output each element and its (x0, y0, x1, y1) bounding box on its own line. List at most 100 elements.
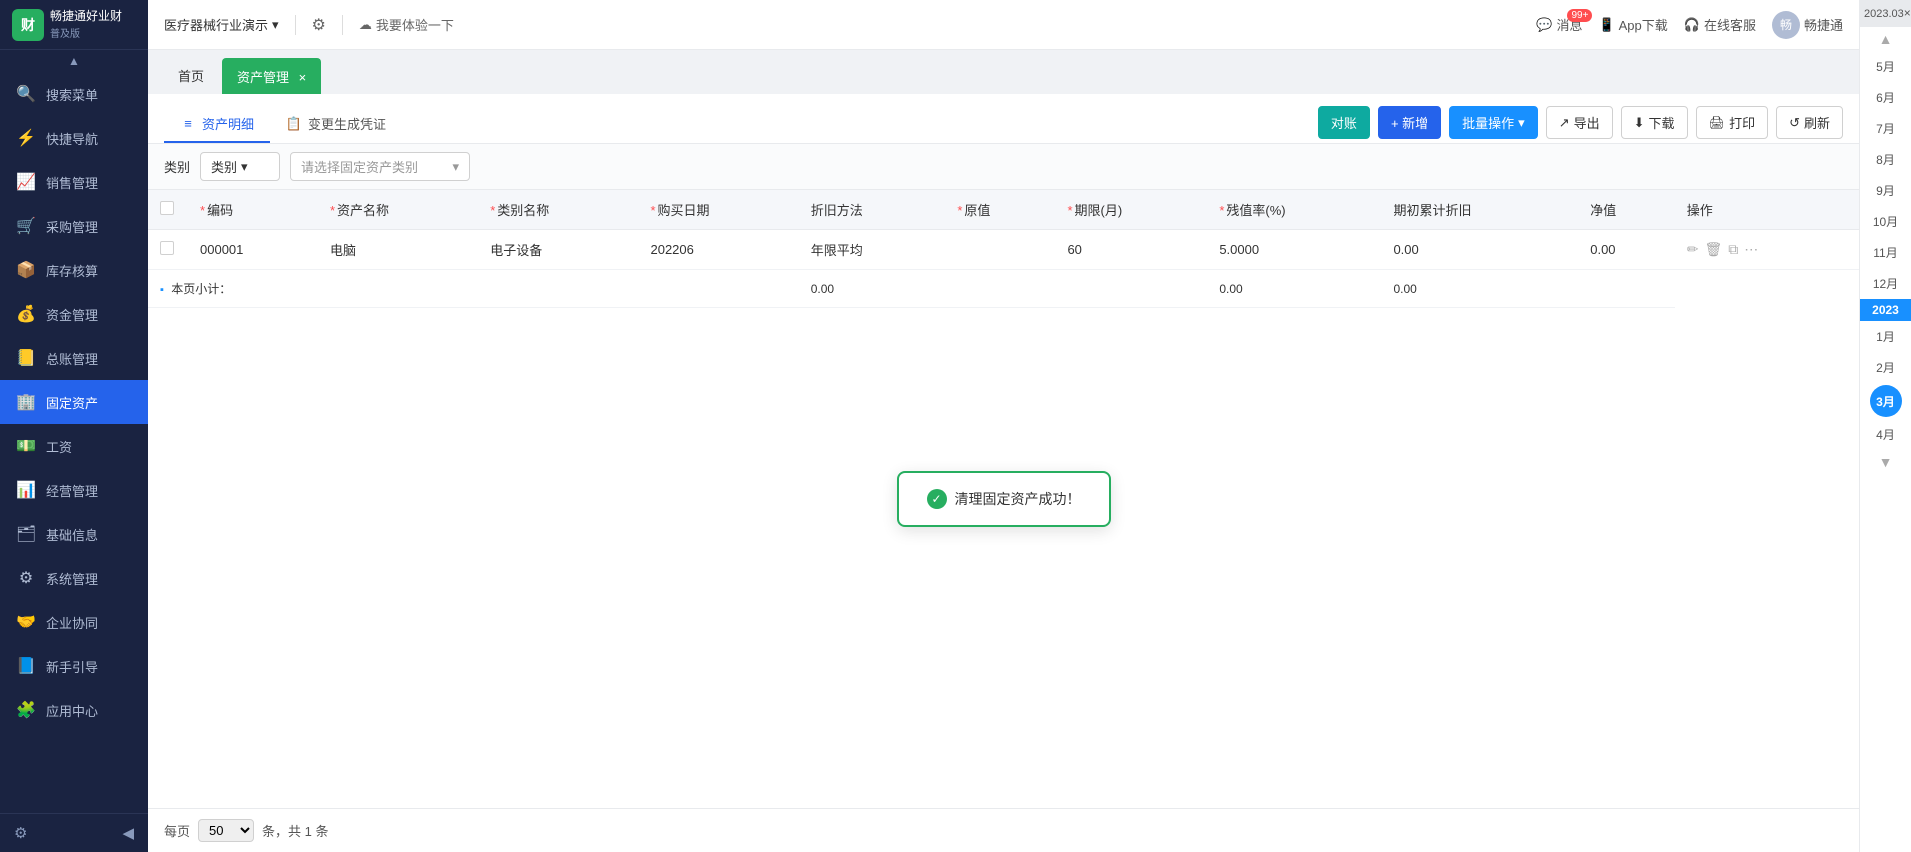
sidebar-item-business[interactable]: 📊 经营管理 (0, 468, 148, 512)
topbar: 医疗器械行业演示 ▾ ⚙ ☁ 我要体验一下 💬 消息 99+ 📱 App下载 🎧… (148, 0, 1859, 50)
row-checkbox[interactable] (160, 241, 174, 255)
td-depreciation-method: 年限平均 (799, 230, 946, 270)
category-type-chevron: ▾ (241, 159, 248, 175)
sidebar-item-system[interactable]: ⚙ 系统管理 (0, 556, 148, 600)
right-panel-month-5[interactable]: 5月 (1860, 51, 1911, 82)
category-type-select[interactable]: 类别 ▾ (200, 152, 280, 181)
sub-tab-change-voucher[interactable]: 📋 变更生成凭证 (270, 106, 402, 143)
right-panel-month-4[interactable]: 4月 (1860, 419, 1911, 450)
tab-asset-management-label: 资产管理 (237, 70, 289, 85)
sidebar-item-sales[interactable]: 📈 销售管理 (0, 160, 148, 204)
right-panel-month-8[interactable]: 8月 (1860, 144, 1911, 175)
tab-asset-management[interactable]: 资产管理 × (222, 58, 321, 94)
sidebar-item-cooperation[interactable]: 🤝 企业协同 (0, 600, 148, 644)
per-page-select[interactable]: 50 100 200 (198, 819, 254, 842)
sidebar-item-quick-nav[interactable]: ⚡ 快捷导航 (0, 116, 148, 160)
company-settings-icon[interactable]: ⚙ (312, 15, 326, 35)
collapse-icon[interactable]: ◀ (122, 824, 134, 842)
settings-icon[interactable]: ⚙ (14, 824, 27, 842)
export-button[interactable]: ↗ 导出 (1546, 106, 1613, 139)
sidebar-item-search[interactable]: 🔍 搜索菜单 (0, 72, 148, 116)
topbar-divider2 (342, 15, 343, 35)
right-panel-month-11[interactable]: 11月 (1860, 237, 1911, 268)
right-panel: 2023.03 × ⤢ ▲ 5月 6月 7月 8月 9月 10月 11月 12月… (1859, 0, 1911, 852)
right-panel-year-label: 2023.03 (1864, 8, 1904, 20)
right-panel-month-7[interactable]: 7月 (1860, 113, 1911, 144)
tab-home[interactable]: 首页 (164, 58, 218, 94)
more-row-button[interactable]: ⋯ (1744, 241, 1758, 258)
sidebar-item-payroll[interactable]: 💵 工资 (0, 424, 148, 468)
right-panel-month-6[interactable]: 6月 (1860, 82, 1911, 113)
sub-tab-asset-details[interactable]: ≡ 资产明细 (164, 106, 270, 143)
category-select[interactable]: 请选择固定资产类别 ▾ (290, 152, 470, 181)
batch-ops-button[interactable]: 批量操作 ▾ (1449, 106, 1538, 139)
right-panel-month-2[interactable]: 2月 (1860, 352, 1911, 383)
download-icon: ⬇ (1634, 115, 1645, 131)
sidebar-bottom: ⚙ ◀ (0, 813, 148, 852)
sidebar-item-label: 企业协同 (46, 613, 98, 632)
download-label: 下载 (1649, 113, 1675, 132)
td-category: 电子设备 (478, 230, 638, 270)
reconcile-button[interactable]: 对账 (1318, 106, 1370, 139)
sidebar-item-label: 新手引导 (46, 657, 98, 676)
sidebar-item-label: 采购管理 (46, 217, 98, 236)
sidebar-item-app-center[interactable]: 🧩 应用中心 (0, 688, 148, 732)
sidebar-item-label: 应用中心 (46, 701, 98, 720)
right-panel-month-9[interactable]: 9月 (1860, 175, 1911, 206)
td-name: 电脑 (318, 230, 478, 270)
customer-service-button[interactable]: 🎧 在线客服 (1684, 15, 1756, 34)
sidebar-item-guide[interactable]: 📘 新手引导 (0, 644, 148, 688)
print-button[interactable]: 🖨 打印 (1696, 106, 1769, 139)
business-icon: 📊 (16, 480, 36, 500)
table-row: 000001 电脑 电子设备 202206 年限平均 60 5.0000 0.0… (148, 230, 1859, 270)
messages-button[interactable]: 💬 消息 99+ (1536, 15, 1582, 34)
app-download-button[interactable]: 📱 App下载 (1598, 15, 1667, 34)
right-panel-month-1[interactable]: 1月 (1860, 321, 1911, 352)
fixed-assets-icon: 🏢 (16, 392, 36, 412)
sub-tab-change-voucher-label: 变更生成凭证 (308, 114, 386, 133)
right-panel-close-icon[interactable]: × (1904, 6, 1911, 21)
content-area: ≡ 资产明细 📋 变更生成凭证 对账 + 新增 批量操作 ▾ ↗ 导出 (148, 94, 1859, 852)
topbar-divider (295, 15, 296, 35)
sidebar-item-finance[interactable]: 💰 资金管理 (0, 292, 148, 336)
delete-row-button[interactable]: 🗑 (1704, 241, 1722, 258)
right-panel-scroll-down[interactable]: ▼ (1875, 450, 1897, 474)
sidebar-item-purchase[interactable]: 🛒 采购管理 (0, 204, 148, 248)
voucher-icon: 📋 (286, 116, 302, 132)
copy-row-button[interactable]: ⧉ (1728, 241, 1738, 258)
messages-badge: 99+ (1567, 9, 1592, 22)
ledger-icon: 📒 (16, 348, 36, 368)
refresh-button[interactable]: ↺ 刷新 (1776, 106, 1843, 139)
category-placeholder: 请选择固定资产类别 (301, 157, 418, 176)
experience-link[interactable]: ☁ 我要体验一下 (359, 15, 454, 34)
company-selector[interactable]: 医疗器械行业演示 ▾ (164, 15, 279, 34)
table-wrapper: *编码 *资产名称 *类别名称 *购买日期 折旧方法 *原值 *期限(月) *残… (148, 190, 1859, 808)
td-empty1 (945, 270, 1055, 308)
category-type-value: 类别 (211, 157, 237, 176)
cooperation-icon: 🤝 (16, 612, 36, 632)
sidebar-item-base[interactable]: 🗂 基础信息 (0, 512, 148, 556)
td-purchase-date: 202206 (638, 230, 798, 270)
app-name: 畅捷通好业财 (50, 9, 122, 25)
right-panel-month-10[interactable]: 10月 (1860, 206, 1911, 237)
sidebar-item-ledger[interactable]: 📒 总账管理 (0, 336, 148, 380)
sidebar-item-fixed-assets[interactable]: 🏢 固定资产 (0, 380, 148, 424)
right-panel-month-12[interactable]: 12月 (1860, 268, 1911, 299)
download-button[interactable]: ⬇ 下载 (1621, 106, 1688, 139)
sidebar-item-inventory[interactable]: 📦 库存核算 (0, 248, 148, 292)
print-label: 打印 (1729, 113, 1755, 132)
select-all-checkbox[interactable] (160, 201, 174, 215)
subtotal-row: ▪ 本页小计： 0.00 0.00 0.00 (148, 270, 1859, 308)
headset-icon: 🎧 (1684, 17, 1700, 33)
right-panel-scroll-up[interactable]: ▲ (1875, 27, 1897, 51)
tab-close-icon[interactable]: × (299, 70, 307, 85)
phone-icon: 📱 (1598, 17, 1614, 33)
export-icon: ↗ (1559, 115, 1570, 131)
sidebar-scroll-up[interactable]: ▲ (0, 50, 148, 72)
category-label: 类别 (164, 157, 190, 176)
new-button[interactable]: + 新增 (1378, 106, 1441, 139)
right-panel-month-3-current[interactable]: 3月 (1870, 385, 1902, 417)
system-icon: ⚙ (16, 568, 36, 588)
user-menu[interactable]: 畅 畅捷通 (1772, 11, 1843, 39)
edit-row-button[interactable]: ✏ (1687, 241, 1699, 258)
